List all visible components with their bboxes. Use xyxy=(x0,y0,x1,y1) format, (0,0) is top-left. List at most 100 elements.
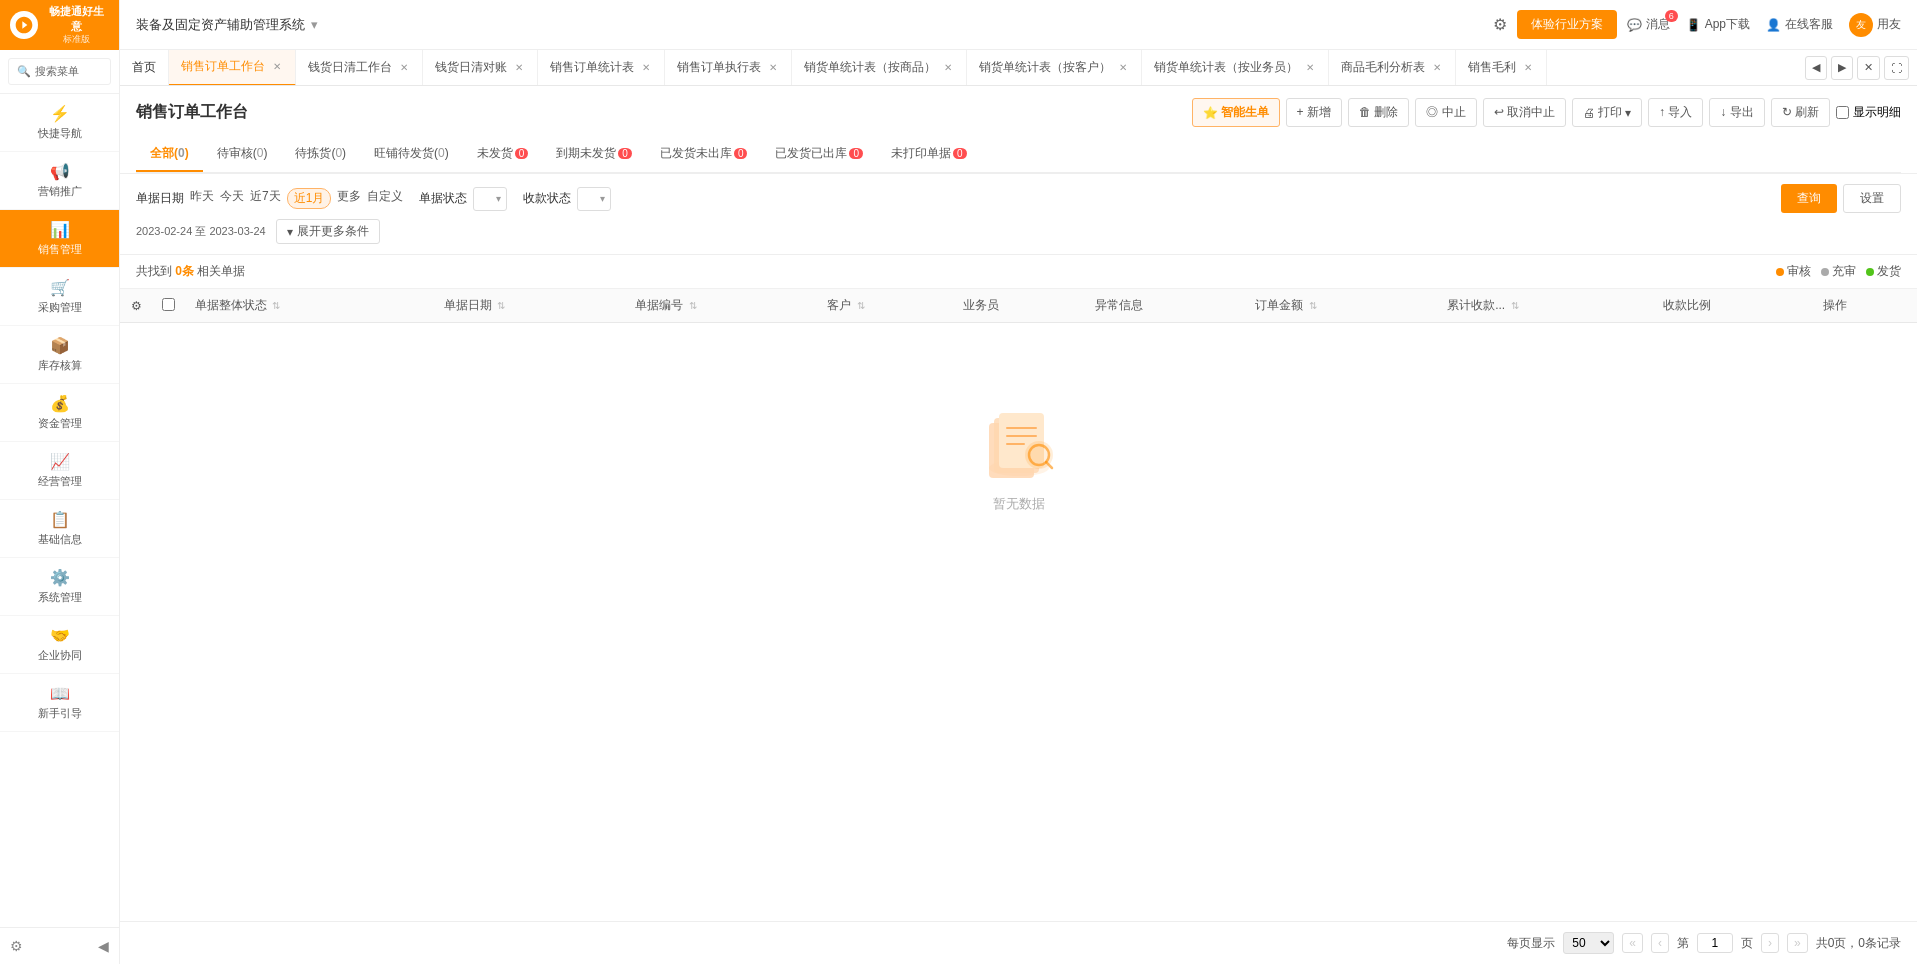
sidebar-settings-button[interactable]: ⚙ xyxy=(10,938,23,954)
stop-button[interactable]: ◎ 中止 xyxy=(1415,98,1476,127)
settings-gear-button[interactable]: ⚙ xyxy=(1493,15,1507,34)
sidebar-item-marketing[interactable]: 📢 营销推广 xyxy=(0,152,119,210)
tab-sales-exec[interactable]: 销售订单执行表 ✕ xyxy=(665,50,792,86)
sidebar-collapse-button[interactable]: ◀ xyxy=(98,938,109,954)
status-select-wrap xyxy=(473,187,507,211)
col-client[interactable]: 客户 ⇅ xyxy=(817,289,952,323)
date-more[interactable]: 更多 xyxy=(337,188,361,209)
show-detail-checkbox[interactable] xyxy=(1836,106,1849,119)
col-settings[interactable]: ⚙ xyxy=(120,289,152,323)
tab-close-icon[interactable]: ✕ xyxy=(271,60,283,73)
page-input[interactable] xyxy=(1697,933,1733,953)
sub-tab-all[interactable]: 全部(0) xyxy=(136,137,203,172)
sub-tab-wangpu-ship[interactable]: 旺铺待发货(0) xyxy=(360,137,463,172)
online-service-button[interactable]: 👤 在线客服 xyxy=(1766,16,1833,33)
table-scroll[interactable]: ⚙ 单据整体状态 ⇅ 单据日期 ⇅ xyxy=(120,289,1917,921)
col-collected[interactable]: 累计收款... ⇅ xyxy=(1437,289,1653,323)
anti-review-action[interactable]: 充审 xyxy=(1821,263,1856,280)
sidebar-item-guide[interactable]: 📖 新手引导 xyxy=(0,674,119,732)
tab-cash-account[interactable]: 钱货日清对账 ✕ xyxy=(423,50,538,86)
page-first-button[interactable]: « xyxy=(1622,933,1643,953)
date-custom[interactable]: 自定义 xyxy=(367,188,403,209)
delete-button[interactable]: 🗑 删除 xyxy=(1348,98,1409,127)
filter-settings-button[interactable]: 设置 xyxy=(1843,184,1901,213)
refresh-button[interactable]: ↻ 刷新 xyxy=(1771,98,1830,127)
tab-close-all-button[interactable]: ✕ xyxy=(1857,56,1880,80)
tab-close-icon[interactable]: ✕ xyxy=(640,61,652,74)
date-yesterday[interactable]: 昨天 xyxy=(190,188,214,209)
tab-next-button[interactable]: ▶ xyxy=(1831,56,1853,80)
tab-close-icon[interactable]: ✕ xyxy=(1431,61,1443,74)
sidebar-item-sales[interactable]: 📊 销售管理 xyxy=(0,210,119,268)
sub-tab-shipped-out[interactable]: 已发货已出库0 xyxy=(761,137,877,172)
tab-home[interactable]: 首页 xyxy=(120,50,169,86)
tab-sales-workbench[interactable]: 销售订单工作台 ✕ xyxy=(169,50,296,86)
tab-close-icon[interactable]: ✕ xyxy=(513,61,525,74)
sidebar-item-system[interactable]: ⚙️ 系统管理 xyxy=(0,558,119,616)
export-button[interactable]: ↓ 导出 xyxy=(1709,98,1764,127)
import-button[interactable]: ↑ 导入 xyxy=(1648,98,1703,127)
col-date[interactable]: 单据日期 ⇅ xyxy=(434,289,626,323)
tab-product-margin[interactable]: 商品毛利分析表 ✕ xyxy=(1329,50,1456,86)
col-amount[interactable]: 订单金额 ⇅ xyxy=(1245,289,1437,323)
page-last-button[interactable]: » xyxy=(1787,933,1808,953)
sub-tab-overdue-not-shipped[interactable]: 到期未发货0 xyxy=(542,137,646,172)
ship-action[interactable]: 发货 xyxy=(1866,263,1901,280)
sidebar-item-label: 销售管理 xyxy=(38,242,82,257)
sub-tab-pending-inspect[interactable]: 待拣货(0) xyxy=(281,137,360,172)
date-1month[interactable]: 近1月 xyxy=(287,188,332,209)
solution-button[interactable]: 体验行业方案 xyxy=(1517,10,1617,39)
sidebar-item-cooperation[interactable]: 🤝 企业协同 xyxy=(0,616,119,674)
tab-prev-button[interactable]: ◀ xyxy=(1805,56,1827,80)
tab-close-icon[interactable]: ✕ xyxy=(1522,61,1534,74)
tab-close-icon[interactable]: ✕ xyxy=(1304,61,1316,74)
total-records: 共0页，0条记录 xyxy=(1816,935,1901,952)
sub-tab-pending-review[interactable]: 待审核(0) xyxy=(203,137,282,172)
tab-sales-product[interactable]: 销货单统计表（按商品） ✕ xyxy=(792,50,967,86)
print-button[interactable]: 🖨 打印 ▾ xyxy=(1572,98,1642,127)
cancel-stop-button[interactable]: ↩ 取消中止 xyxy=(1483,98,1566,127)
page-prev-button[interactable]: ‹ xyxy=(1651,933,1669,953)
expand-more-button[interactable]: ▾ 展开更多条件 xyxy=(276,219,380,244)
tab-cash-daily[interactable]: 钱货日清工作台 ✕ xyxy=(296,50,423,86)
sidebar-item-finance[interactable]: 💰 资金管理 xyxy=(0,384,119,442)
date-7days[interactable]: 近7天 xyxy=(250,188,281,209)
sidebar-item-inventory[interactable]: 📦 库存核算 xyxy=(0,326,119,384)
sidebar-item-quick-nav[interactable]: ⚡ 快捷导航 xyxy=(0,94,119,152)
sidebar-item-purchase[interactable]: 🛒 采购管理 xyxy=(0,268,119,326)
app-download-button[interactable]: 📱 App下载 xyxy=(1686,16,1750,33)
search-icon: 🔍 xyxy=(17,65,31,78)
sidebar-item-label: 营销推广 xyxy=(38,184,82,199)
col-number[interactable]: 单据编号 ⇅ xyxy=(625,289,817,323)
add-button[interactable]: + 新增 xyxy=(1286,98,1342,127)
show-detail-label[interactable]: 显示明细 xyxy=(1836,104,1901,121)
tab-fullscreen-button[interactable]: ⛶ xyxy=(1884,56,1909,80)
date-today[interactable]: 今天 xyxy=(220,188,244,209)
sub-tab-not-shipped[interactable]: 未发货0 xyxy=(463,137,543,172)
tab-sales-stats[interactable]: 销售订单统计表 ✕ xyxy=(538,50,665,86)
tab-sales-more[interactable]: 销售毛利 ✕ xyxy=(1456,50,1547,86)
tab-close-icon[interactable]: ✕ xyxy=(942,61,954,74)
select-all-checkbox[interactable] xyxy=(162,298,175,311)
smart-create-button[interactable]: ⭐ 智能生单 xyxy=(1192,98,1280,127)
user-menu-button[interactable]: 友 用友 xyxy=(1849,13,1901,37)
sidebar-item-operation[interactable]: 📈 经营管理 xyxy=(0,442,119,500)
payment-select[interactable] xyxy=(577,187,611,211)
col-checkbox[interactable] xyxy=(152,289,185,323)
tab-close-icon[interactable]: ✕ xyxy=(767,61,779,74)
search-menu-button[interactable]: 🔍 搜索菜单 xyxy=(8,58,111,85)
tab-close-icon[interactable]: ✕ xyxy=(1117,61,1129,74)
sub-tab-shipped-not-out[interactable]: 已发货未出库0 xyxy=(646,137,762,172)
review-action[interactable]: 审核 xyxy=(1776,263,1811,280)
tab-sales-client[interactable]: 销货单统计表（按客户） ✕ xyxy=(967,50,1142,86)
page-next-button[interactable]: › xyxy=(1761,933,1779,953)
status-select[interactable] xyxy=(473,187,507,211)
tab-sales-staff[interactable]: 销货单统计表（按业务员） ✕ xyxy=(1142,50,1329,86)
col-status[interactable]: 单据整体状态 ⇅ xyxy=(185,289,434,323)
sub-tab-not-printed[interactable]: 未打印单据0 xyxy=(877,137,981,172)
page-size-select[interactable]: 50 10 20 100 xyxy=(1563,932,1614,954)
tab-close-icon[interactable]: ✕ xyxy=(398,61,410,74)
message-button[interactable]: 💬 消息 6 xyxy=(1627,16,1670,33)
query-button[interactable]: 查询 xyxy=(1781,184,1837,213)
sidebar-item-basic-info[interactable]: 📋 基础信息 xyxy=(0,500,119,558)
